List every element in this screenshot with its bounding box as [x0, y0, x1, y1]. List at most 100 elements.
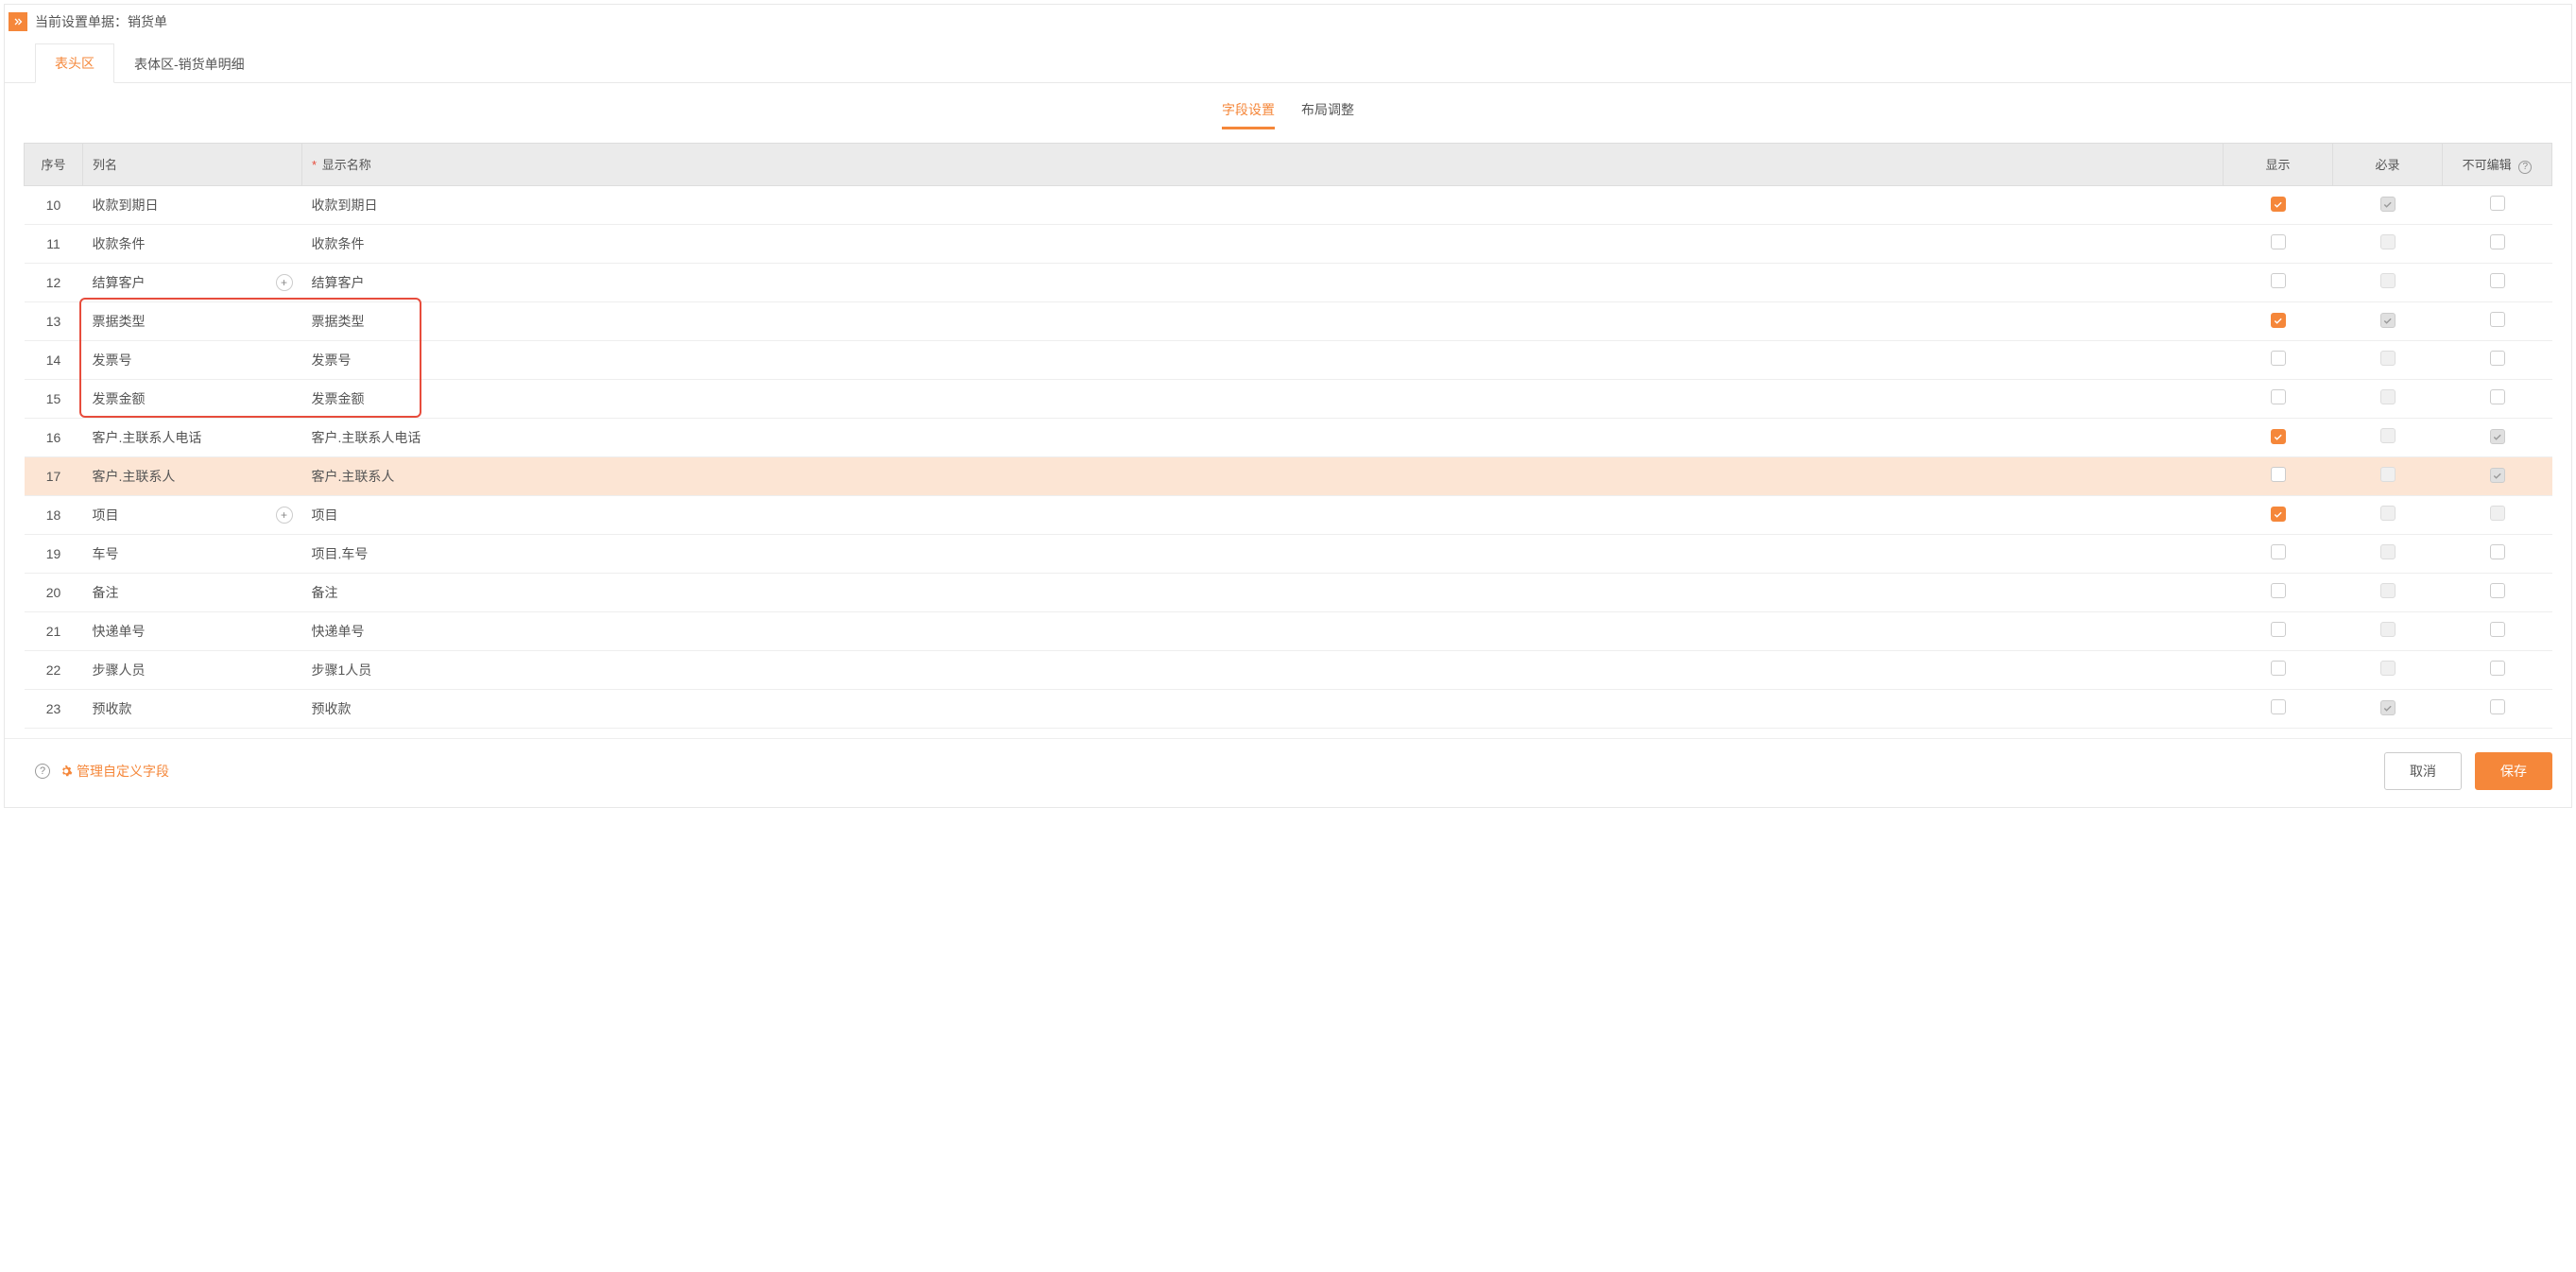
cell-show [2224, 495, 2333, 534]
save-button[interactable]: 保存 [2475, 752, 2552, 790]
checkbox[interactable] [2271, 507, 2286, 522]
cell-col-name: 发票金额 [83, 379, 302, 418]
cell-seq: 23 [25, 689, 83, 728]
cell-show [2224, 340, 2333, 379]
table-row[interactable]: 15发票金额发票金额 [25, 379, 2552, 418]
cell-display-name[interactable]: 发票号 [302, 340, 2224, 379]
cell-col-name: 预收款 [83, 689, 302, 728]
checkbox[interactable] [2271, 273, 2286, 288]
checkbox[interactable] [2490, 699, 2505, 714]
chevron-right-double-icon [12, 16, 24, 27]
checkbox[interactable] [2490, 273, 2505, 288]
checkbox[interactable] [2271, 661, 2286, 676]
checkbox[interactable] [2271, 197, 2286, 212]
table-row[interactable]: 12结算客户+结算客户 [25, 263, 2552, 301]
checkbox[interactable] [2271, 622, 2286, 637]
checkbox[interactable] [2271, 389, 2286, 404]
checkbox[interactable] [2490, 583, 2505, 598]
col-name-text: 备注 [93, 585, 119, 600]
table-row[interactable]: 23预收款预收款 [25, 689, 2552, 728]
table-row[interactable]: 14发票号发票号 [25, 340, 2552, 379]
checkbox[interactable] [2271, 699, 2286, 714]
cell-show [2224, 573, 2333, 611]
checkbox[interactable] [2490, 544, 2505, 559]
cell-seq: 12 [25, 263, 83, 301]
checkbox[interactable] [2271, 429, 2286, 444]
checkbox[interactable] [2271, 351, 2286, 366]
checkbox [2380, 389, 2396, 404]
checkbox[interactable] [2271, 313, 2286, 328]
table-row[interactable]: 19车号项目.车号 [25, 534, 2552, 573]
cell-display-name[interactable]: 结算客户 [302, 263, 2224, 301]
page-container: 当前设置单据：销货单 表头区 表体区-销货单明细 字段设置 布局调整 序号 列名… [4, 4, 2572, 808]
checkbox[interactable] [2490, 234, 2505, 249]
table-row[interactable]: 13票据类型票据类型 [25, 301, 2552, 340]
checkbox[interactable] [2271, 234, 2286, 249]
checkbox[interactable] [2271, 583, 2286, 598]
checkbox [2380, 467, 2396, 482]
table-row[interactable]: 22步骤人员步骤1人员 [25, 650, 2552, 689]
table-container: 序号 列名 * 显示名称 显示 必录 不可编辑 ? 10收款到期日收款到期日11… [5, 143, 2571, 729]
checkbox [2380, 700, 2396, 715]
checkbox[interactable] [2490, 312, 2505, 327]
cell-display-name[interactable]: 收款到期日 [302, 185, 2224, 224]
cell-display-name[interactable]: 项目.车号 [302, 534, 2224, 573]
tab-body-area[interactable]: 表体区-销货单明细 [114, 44, 265, 83]
cell-display-name[interactable]: 票据类型 [302, 301, 2224, 340]
table-row[interactable]: 20备注备注 [25, 573, 2552, 611]
cell-uneditable [2443, 224, 2552, 263]
checkbox[interactable] [2271, 544, 2286, 559]
manage-link-text: 管理自定义字段 [77, 762, 169, 781]
table-row[interactable]: 21快递单号快递单号 [25, 611, 2552, 650]
table-row[interactable]: 17客户.主联系人客户.主联系人 [25, 456, 2552, 495]
cell-seq: 16 [25, 418, 83, 456]
manage-custom-fields-link[interactable]: 管理自定义字段 [60, 762, 169, 781]
checkbox[interactable] [2490, 661, 2505, 676]
cell-display-name[interactable]: 收款条件 [302, 224, 2224, 263]
cell-display-name[interactable]: 备注 [302, 573, 2224, 611]
footer-bar: ? 管理自定义字段 取消 保存 [5, 738, 2571, 807]
cell-required [2333, 340, 2443, 379]
sub-tab-layout-adjust[interactable]: 布局调整 [1301, 100, 1354, 129]
cell-uneditable [2443, 495, 2552, 534]
cell-required [2333, 301, 2443, 340]
cell-col-name: 项目+ [83, 495, 302, 534]
cell-display-name[interactable]: 步骤1人员 [302, 650, 2224, 689]
cell-show [2224, 456, 2333, 495]
cell-display-name[interactable]: 客户.主联系人 [302, 456, 2224, 495]
cell-col-name: 结算客户+ [83, 263, 302, 301]
checkbox[interactable] [2490, 389, 2505, 404]
cell-required [2333, 185, 2443, 224]
cell-display-name[interactable]: 发票金额 [302, 379, 2224, 418]
cell-seq: 14 [25, 340, 83, 379]
checkbox [2490, 429, 2505, 444]
checkbox[interactable] [2490, 351, 2505, 366]
help-icon[interactable]: ? [2518, 161, 2532, 174]
cell-show [2224, 611, 2333, 650]
table-row[interactable]: 16客户.主联系人电话客户.主联系人电话 [25, 418, 2552, 456]
cell-seq: 17 [25, 456, 83, 495]
cell-col-name: 客户.主联系人电话 [83, 418, 302, 456]
help-circle-icon[interactable]: ? [35, 764, 50, 779]
plus-icon[interactable]: + [276, 507, 293, 524]
cell-display-name[interactable]: 预收款 [302, 689, 2224, 728]
sub-tab-field-settings[interactable]: 字段设置 [1222, 100, 1275, 129]
cell-required [2333, 689, 2443, 728]
checkbox [2380, 273, 2396, 288]
checkbox[interactable] [2271, 467, 2286, 482]
table-row[interactable]: 10收款到期日收款到期日 [25, 185, 2552, 224]
checkbox[interactable] [2490, 622, 2505, 637]
expand-toggle-button[interactable] [9, 12, 27, 31]
tab-header-area[interactable]: 表头区 [35, 43, 114, 83]
checkbox [2380, 622, 2396, 637]
table-row[interactable]: 18项目+项目 [25, 495, 2552, 534]
checkbox[interactable] [2490, 196, 2505, 211]
cell-display-name[interactable]: 客户.主联系人电话 [302, 418, 2224, 456]
cell-col-name: 快递单号 [83, 611, 302, 650]
plus-icon[interactable]: + [276, 274, 293, 291]
cell-display-name[interactable]: 快递单号 [302, 611, 2224, 650]
cancel-button[interactable]: 取消 [2384, 752, 2462, 790]
table-row[interactable]: 11收款条件收款条件 [25, 224, 2552, 263]
cell-seq: 19 [25, 534, 83, 573]
cell-display-name[interactable]: 项目 [302, 495, 2224, 534]
